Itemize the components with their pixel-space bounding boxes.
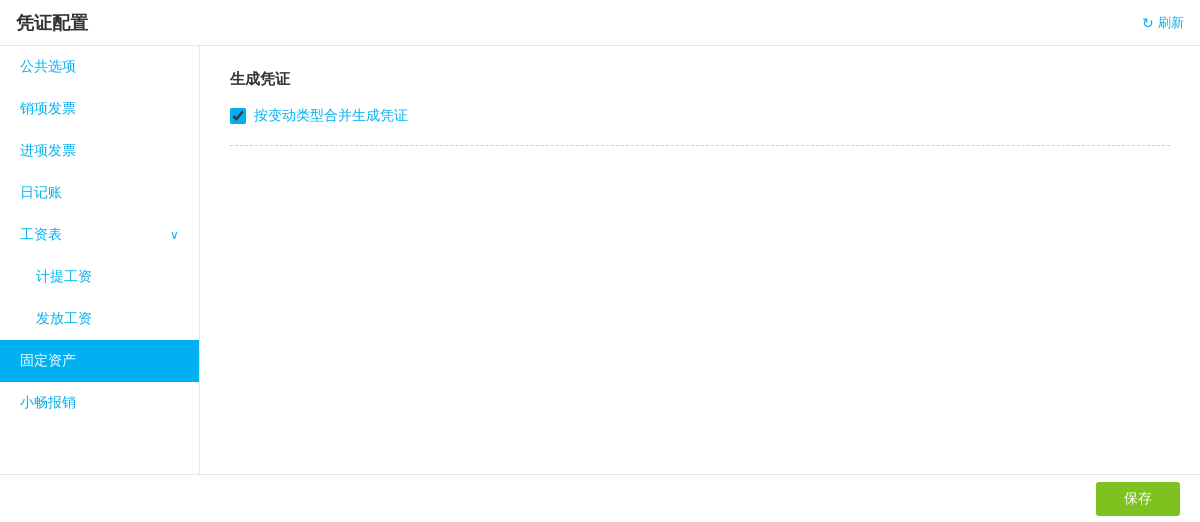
section-title: 生成凭证 <box>230 70 1170 89</box>
sidebar: 公共选项销项发票进项发票日记账工资表 ∨ 计提工资发放工资固定资产小畅报销 <box>0 46 200 474</box>
sidebar-item-sales-invoice[interactable]: 销项发票 <box>0 88 199 130</box>
sidebar-item-label: 日记账 <box>20 184 62 202</box>
sidebar-item-label: 公共选项 <box>20 58 76 76</box>
refresh-label: 刷新 <box>1158 14 1184 32</box>
sidebar-item-public-options[interactable]: 公共选项 <box>0 46 199 88</box>
main-content: 生成凭证 按变动类型合并生成凭证 <box>200 46 1200 474</box>
sidebar-item-label: 计提工资 <box>36 268 92 286</box>
sidebar-item-label: 工资表 <box>20 226 62 244</box>
sidebar-item-label: 小畅报销 <box>20 394 76 412</box>
chevron-down-icon: ∨ <box>170 228 179 242</box>
divider <box>230 145 1170 146</box>
sidebar-item-payroll-table[interactable]: 工资表 ∨ <box>0 214 199 256</box>
page-title: 凭证配置 <box>16 11 88 35</box>
sidebar-item-purchase-invoice[interactable]: 进项发票 <box>0 130 199 172</box>
save-button[interactable]: 保存 <box>1096 482 1180 516</box>
page-header: 凭证配置 ↻ 刷新 <box>0 0 1200 46</box>
merge-checkbox[interactable] <box>230 108 246 124</box>
refresh-button[interactable]: ↻ 刷新 <box>1142 14 1184 32</box>
sidebar-item-fixed-assets[interactable]: 固定资产 <box>0 340 199 382</box>
sidebar-item-salary-pay[interactable]: 发放工资 <box>0 298 199 340</box>
merge-checkbox-label[interactable]: 按变动类型合并生成凭证 <box>254 107 408 125</box>
sidebar-item-label: 销项发票 <box>20 100 76 118</box>
body-layout: 公共选项销项发票进项发票日记账工资表 ∨ 计提工资发放工资固定资产小畅报销 生成凭证… <box>0 46 1200 474</box>
refresh-icon: ↻ <box>1142 15 1154 31</box>
sidebar-item-journal[interactable]: 日记账 <box>0 172 199 214</box>
checkbox-row: 按变动类型合并生成凭证 <box>230 107 1170 125</box>
sidebar-item-commission[interactable]: 计提工资 <box>0 256 199 298</box>
footer: 保存 <box>0 474 1200 522</box>
sidebar-item-label: 发放工资 <box>36 310 92 328</box>
sidebar-item-label: 进项发票 <box>20 142 76 160</box>
sidebar-item-label: 固定资产 <box>20 352 76 370</box>
sidebar-item-expense[interactable]: 小畅报销 <box>0 382 199 424</box>
